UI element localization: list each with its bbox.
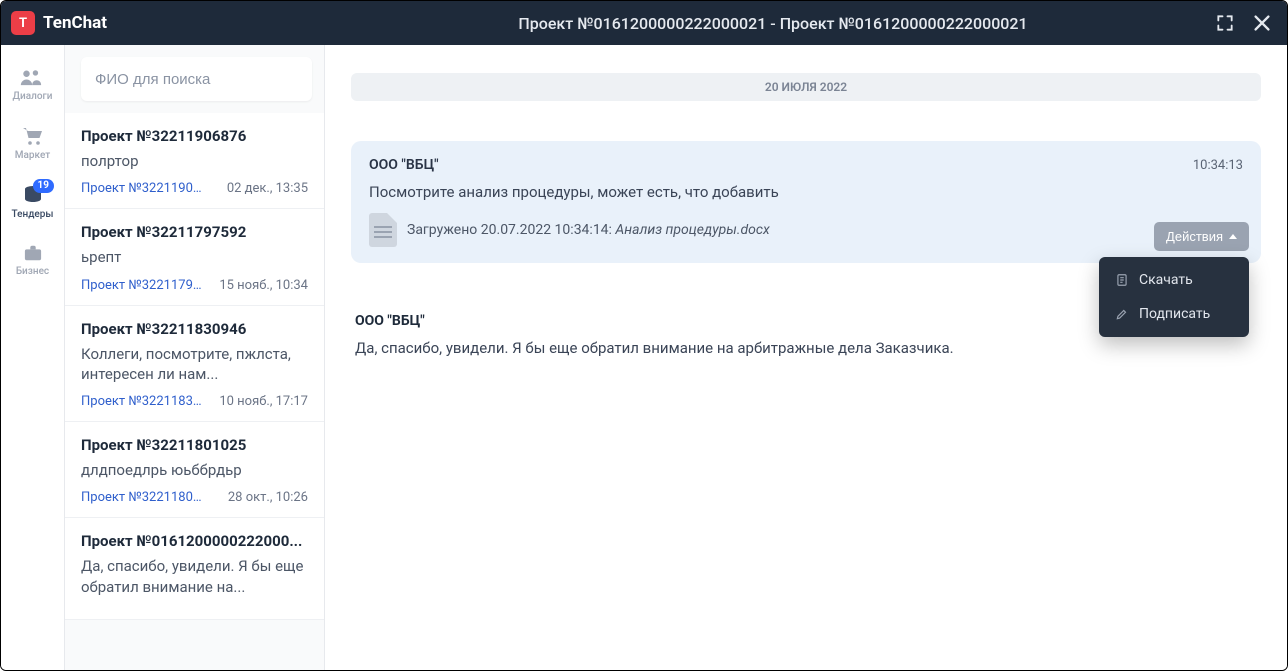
brand: T TenChat xyxy=(11,11,331,35)
search-input[interactable] xyxy=(81,57,312,101)
chevron-up-icon xyxy=(1229,234,1237,239)
file-icon xyxy=(369,213,397,247)
project-list[interactable]: Проект №32211906876 полртор Проект №3221… xyxy=(65,113,324,670)
nav-badge: 19 xyxy=(33,179,54,193)
chat-panel: 20 ИЮЛЯ 2022 ООО "ВБЦ" 10:34:13 Посмотри… xyxy=(325,45,1287,670)
nav-label: Тендеры xyxy=(12,209,54,220)
close-icon[interactable] xyxy=(1251,12,1273,34)
project-item[interactable]: Проект №0161200000222000... Да, спасибо,… xyxy=(65,518,324,620)
nav-tenders[interactable]: 19 Тендеры xyxy=(1,177,65,226)
fullscreen-icon[interactable] xyxy=(1215,13,1235,33)
dropdown-sign[interactable]: Подписать xyxy=(1099,297,1249,331)
project-link[interactable]: Проект №32211906... xyxy=(81,181,206,196)
message-card: ООО "ВБЦ" 10:34:13 Посмотрите анализ про… xyxy=(351,141,1261,263)
project-item[interactable]: Проект №32211801025 длдпоедлрь юьббрдьр … xyxy=(65,422,324,518)
nav-market[interactable]: Маркет xyxy=(1,118,65,167)
project-item[interactable]: Проект №32211906876 полртор Проект №3221… xyxy=(65,113,324,209)
nav-dialogs[interactable]: Диалоги xyxy=(1,59,65,108)
project-date: 02 дек., 13:35 xyxy=(227,181,308,196)
project-preview: ьрепт xyxy=(81,247,308,267)
project-link[interactable]: Проект №32211801 0... xyxy=(81,490,206,505)
message-text: Посмотрите анализ процедуры, может есть,… xyxy=(369,183,1243,201)
project-preview: длдпоедлрь юьббрдьр xyxy=(81,460,308,480)
project-preview: полртор xyxy=(81,151,308,171)
project-list-panel: Проект №32211906876 полртор Проект №3221… xyxy=(65,45,325,670)
brand-name: TenChat xyxy=(43,13,107,33)
project-title: Проект №32211801025 xyxy=(81,436,308,454)
attachment-text: Загружено 20.07.2022 10:34:14: Анализ пр… xyxy=(407,222,770,238)
project-date: 10 нояб., 17:17 xyxy=(219,394,308,409)
nav-label: Диалоги xyxy=(13,91,53,102)
project-preview: Коллеги, посмотрите, пжлста, интересен л… xyxy=(81,344,308,385)
actions-dropdown: Скачать Подписать xyxy=(1099,257,1249,337)
project-title: Проект №32211797592 xyxy=(81,223,308,241)
message-author: ООО "ВБЦ" xyxy=(369,157,439,173)
actions-button[interactable]: Действия xyxy=(1154,222,1249,251)
brand-logo-icon: T xyxy=(11,11,35,35)
nav-label: Бизнес xyxy=(16,266,49,277)
project-title: Проект №32211830946 xyxy=(81,320,308,338)
app-header: T TenChat Проект №0161200000222000021 - … xyxy=(1,1,1287,45)
dropdown-download[interactable]: Скачать xyxy=(1099,263,1249,297)
nav-label: Маркет xyxy=(15,150,50,161)
project-title: Проект №32211906876 xyxy=(81,127,308,145)
side-nav: Диалоги Маркет 19 Тендеры Бизнес xyxy=(1,45,65,670)
project-title: Проект №0161200000222000... xyxy=(81,532,308,550)
project-item[interactable]: Проект №32211830946 Коллеги, посмотрите,… xyxy=(65,306,324,423)
project-link[interactable]: Проект №32211797... xyxy=(81,278,206,293)
message-text: Да, спасибо, увидели. Я бы еще обратил в… xyxy=(355,339,1257,357)
project-date: 28 окт., 10:26 xyxy=(228,490,308,505)
nav-business[interactable]: Бизнес xyxy=(1,236,65,283)
project-preview: Да, спасибо, увидели. Я бы еще обратил в… xyxy=(81,556,308,597)
project-item[interactable]: Проект №32211797592 ьрепт Проект №322117… xyxy=(65,209,324,305)
message-time: 10:34:13 xyxy=(1193,158,1243,173)
project-link[interactable]: Проект №32211830... xyxy=(81,394,206,409)
date-separator: 20 ИЮЛЯ 2022 xyxy=(351,73,1261,101)
attachment-row[interactable]: Загружено 20.07.2022 10:34:14: Анализ пр… xyxy=(369,213,1243,247)
header-title: Проект №0161200000222000021 - Проект №01… xyxy=(331,14,1215,33)
project-date: 15 нояб., 10:34 xyxy=(219,278,308,293)
